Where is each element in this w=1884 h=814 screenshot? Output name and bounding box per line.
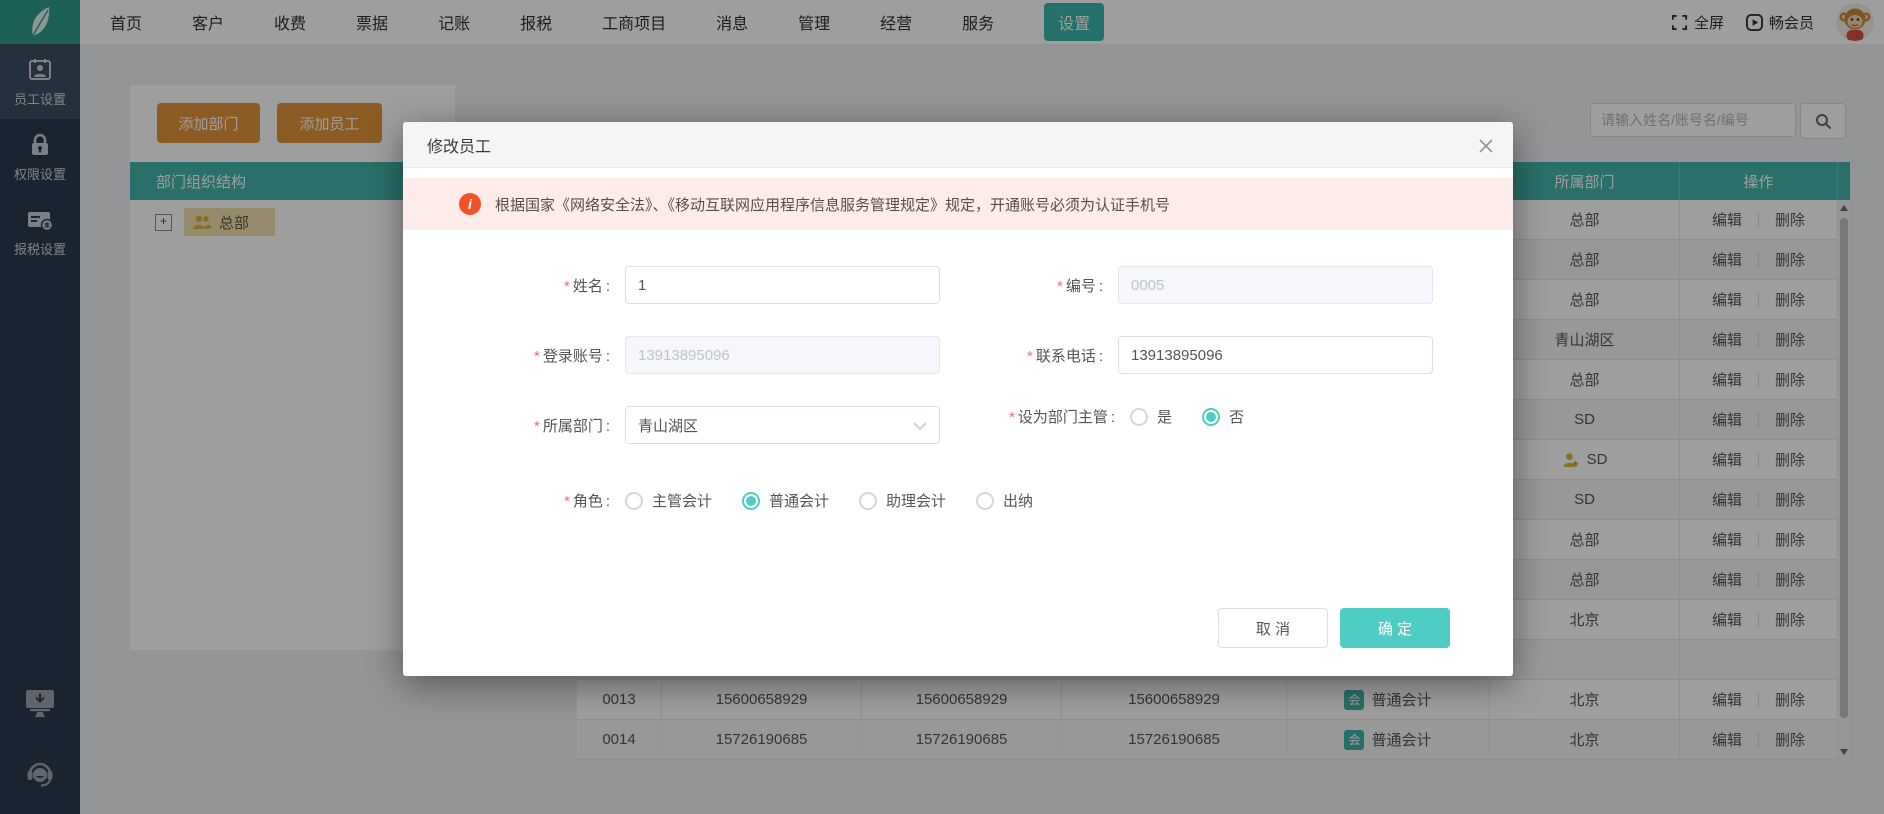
notice-text: 根据国家《网络安全法》、《移动互联网应用程序信息服务管理规定》规定，开通账号必须… <box>495 196 1171 214</box>
radio-label: 助理会计 <box>886 493 947 510</box>
dialog-title: 修改员工 <box>427 138 492 156</box>
field-role: *角色 主管会计普通会计助理会计出纳 <box>423 490 1063 511</box>
account-label: 登录账号 <box>543 348 610 365</box>
radio-label: 是 <box>1157 409 1173 426</box>
close-icon <box>1479 139 1493 153</box>
info-icon: i <box>459 193 481 215</box>
field-phone: * 联系电话 <box>915 336 1433 374</box>
field-name: * 姓名 <box>423 266 940 304</box>
is-manager-label: 设为部门主管 <box>1018 409 1115 426</box>
name-input[interactable] <box>625 266 940 304</box>
radio-label: 主管会计 <box>652 493 713 510</box>
field-account: * 登录账号 <box>423 336 940 374</box>
app-window: 首页 客户 收费 票据 记账 报税 工商项目 消息 管理 经营 服务 设置 全屏 畅会员 <box>0 0 1884 814</box>
radio-button-icon[interactable] <box>859 491 878 510</box>
department-label: 所属部门 <box>543 418 610 435</box>
edit-employee-dialog: 修改员工 i 根据国家《网络安全法》、《移动互联网应用程序信息服务管理规定》规定… <box>403 122 1513 676</box>
notice-banner: i 根据国家《网络安全法》、《移动互联网应用程序信息服务管理规定》规定，开通账号… <box>403 178 1513 230</box>
account-input <box>625 336 940 374</box>
radio-label: 出纳 <box>1003 493 1034 510</box>
department-select[interactable]: 青山湖区 <box>625 406 940 444</box>
role-radio-普通会计[interactable]: 普通会计 <box>742 490 829 511</box>
field-code: * 编号 <box>915 266 1433 304</box>
field-is-manager: *设为部门主管 是否 <box>915 406 1274 427</box>
radio-button-icon[interactable] <box>625 491 643 510</box>
phone-input[interactable] <box>1118 336 1433 374</box>
radio-label: 普通会计 <box>769 493 830 510</box>
role-radio-助理会计[interactable]: 助理会计 <box>859 490 946 511</box>
role-radio-出纳[interactable]: 出纳 <box>976 490 1033 511</box>
name-label: 姓名 <box>573 278 610 295</box>
role-radio-group: 主管会计 普通会计 助理会计 出纳 <box>625 490 1063 511</box>
dialog-close-button[interactable] <box>1473 133 1499 159</box>
role-label: 角色 <box>573 493 610 510</box>
radio-button-icon[interactable] <box>976 491 995 510</box>
radio-label: 否 <box>1229 409 1245 426</box>
phone-label: 联系电话 <box>1036 348 1103 365</box>
code-input <box>1118 266 1433 304</box>
cancel-button[interactable]: 取 消 <box>1218 608 1328 648</box>
confirm-button[interactable]: 确 定 <box>1340 608 1450 648</box>
role-radio-主管会计[interactable]: 主管会计 <box>625 490 712 511</box>
dialog-header: 修改员工 <box>403 122 1513 168</box>
is-manager-radio-group: 是否 <box>1130 406 1274 427</box>
is-manager-radio-否[interactable]: 否 <box>1202 406 1244 427</box>
radio-button-icon[interactable] <box>742 491 761 510</box>
code-label: 编号 <box>1066 278 1103 295</box>
department-select-value: 青山湖区 <box>638 417 699 435</box>
is-manager-radio-是[interactable]: 是 <box>1130 406 1172 427</box>
radio-button-icon[interactable] <box>1130 407 1148 426</box>
radio-button-icon[interactable] <box>1202 407 1221 426</box>
field-department: *所属部门 青山湖区 <box>423 406 940 444</box>
